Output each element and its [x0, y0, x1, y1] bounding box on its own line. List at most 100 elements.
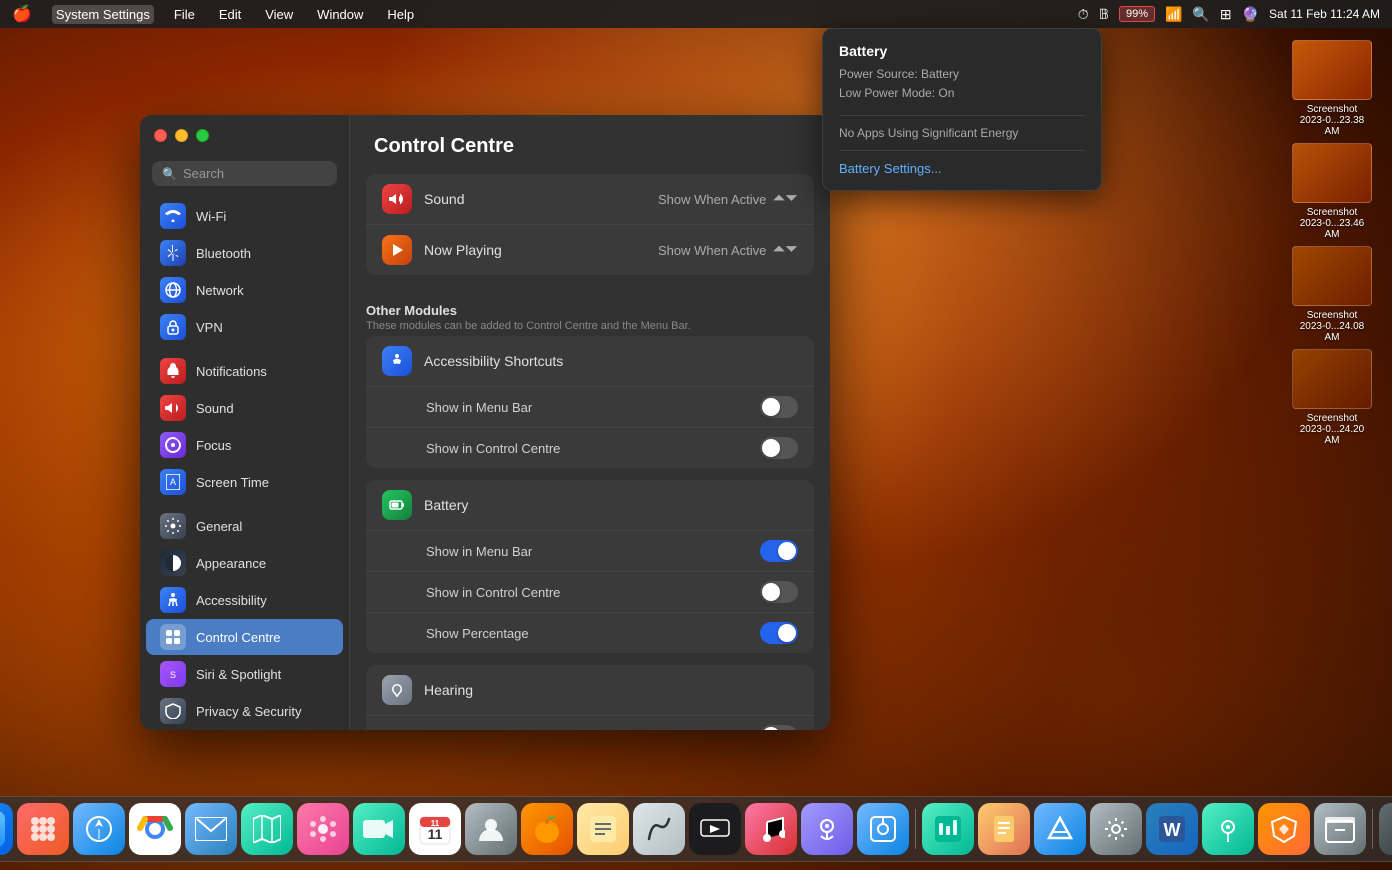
sidebar-item-appearance[interactable]: Appearance	[146, 545, 343, 581]
sound-module-row: Sound Show When Active ⏶⏷	[366, 174, 814, 225]
sidebar-item-bluetooth[interactable]: Bluetooth	[146, 235, 343, 271]
dock-icon-facetime[interactable]	[353, 803, 405, 855]
search-menu-icon[interactable]: 🔍	[1192, 6, 1209, 23]
menu-window[interactable]: Window	[313, 5, 367, 24]
dock-icon-findmy[interactable]	[1202, 803, 1254, 855]
dock-icon-settings[interactable]	[1090, 803, 1142, 855]
desktop-icon-0[interactable]: Screenshot 2023-0...23.38 AM	[1292, 40, 1372, 137]
battery-popup-divider	[839, 115, 1085, 116]
battery-header-row: Battery	[366, 480, 814, 531]
battery-popup-apps: No Apps Using Significant Energy	[839, 126, 1085, 140]
menu-view[interactable]: View	[261, 5, 297, 24]
other-modules-desc: These modules can be added to Control Ce…	[366, 320, 814, 332]
dock-icon-podcasts[interactable]	[801, 803, 853, 855]
dock-icon-archive[interactable]	[1314, 803, 1366, 855]
dock-icon-safari[interactable]	[73, 803, 125, 855]
svg-text:11: 11	[428, 826, 443, 842]
sidebar-item-accessibility[interactable]: Accessibility	[146, 582, 343, 618]
battery-control-centre-row: Show in Control Centre	[366, 572, 814, 613]
siri-menu-icon[interactable]: 🔮	[1242, 6, 1259, 23]
dock-icon-mail[interactable]	[185, 803, 237, 855]
sound-stepper[interactable]: ⏶⏷	[772, 190, 798, 208]
minimize-button[interactable]	[175, 129, 188, 142]
dock-icon-appstore[interactable]	[1034, 803, 1086, 855]
accessibility-menu-bar-label: Show in Menu Bar	[426, 400, 760, 415]
sidebar-item-sound[interactable]: Sound	[146, 390, 343, 426]
battery-settings-link[interactable]: Battery Settings...	[839, 161, 1085, 176]
maximize-button[interactable]	[196, 129, 209, 142]
menu-edit[interactable]: Edit	[215, 5, 245, 24]
screenshot-label-0: Screenshot 2023-0...23.38 AM	[1292, 104, 1372, 137]
battery-control-centre-toggle[interactable]	[760, 581, 798, 603]
dock-icon-freeform[interactable]	[633, 803, 685, 855]
sidebar-item-siri[interactable]: S Siri & Spotlight	[146, 656, 343, 692]
sidebar-item-privacy[interactable]: Privacy & Security	[146, 693, 343, 729]
sidebar-item-control[interactable]: Control Centre	[146, 619, 343, 655]
dock-icon-appletv[interactable]	[689, 803, 741, 855]
bluetooth-menu-icon[interactable]: 𝔹	[1099, 6, 1109, 23]
sidebar-item-network[interactable]: Network	[146, 272, 343, 308]
control-centre-menu-icon[interactable]: ⊞	[1220, 6, 1232, 23]
wifi-menu-icon[interactable]: 📶	[1165, 6, 1182, 23]
nowplaying-module-icon	[382, 235, 412, 265]
always-on-modules-card: Sound Show When Active ⏶⏷ Now Playing Sh…	[366, 174, 814, 275]
sidebar-item-vpn[interactable]: VPN	[146, 309, 343, 345]
dock-icon-music[interactable]	[745, 803, 797, 855]
dock-icon-trash[interactable]	[1379, 803, 1392, 855]
hearing-menu-bar-toggle[interactable]	[760, 725, 798, 730]
sidebar-item-focus[interactable]: Focus	[146, 427, 343, 463]
dock-icon-internetaccounts[interactable]	[857, 803, 909, 855]
dock-icon-calendar[interactable]: 1111	[409, 803, 461, 855]
accessibility-menu-bar-row: Show in Menu Bar	[366, 387, 814, 428]
dock-icon-contacts[interactable]	[465, 803, 517, 855]
search-box[interactable]: 🔍 Search	[152, 161, 337, 186]
battery-percentage[interactable]: 99%	[1119, 6, 1155, 22]
accessibility-control-centre-row: Show in Control Centre	[366, 428, 814, 468]
focus-label: Focus	[196, 438, 231, 453]
menu-help[interactable]: Help	[383, 5, 418, 24]
desktop-icon-3[interactable]: Screenshot 2023-0...24.20 AM	[1292, 349, 1372, 446]
nowplaying-module-name: Now Playing	[424, 242, 646, 258]
sidebar-item-notifications[interactable]: Notifications	[146, 353, 343, 389]
sidebar-item-wifi[interactable]: Wi-Fi	[146, 198, 343, 234]
dock-icon-chrome[interactable]	[129, 803, 181, 855]
menu-system-settings[interactable]: System Settings	[52, 5, 154, 24]
sidebar-item-screentime[interactable]: A Screen Time	[146, 464, 343, 500]
close-button[interactable]	[154, 129, 167, 142]
accessibility-control-centre-label: Show in Control Centre	[426, 441, 760, 456]
screenshot-thumb-2	[1292, 246, 1372, 306]
dock-icon-brave[interactable]	[1258, 803, 1310, 855]
battery-menu-bar-toggle[interactable]	[760, 540, 798, 562]
menubar: 🍎 System Settings File Edit View Window …	[0, 0, 1392, 28]
accessibility-control-centre-toggle[interactable]	[760, 437, 798, 459]
network-icon	[160, 277, 186, 303]
apple-menu[interactable]: 🍎	[12, 4, 32, 24]
desktop-icon-2[interactable]: Screenshot 2023-0...24.08 AM	[1292, 246, 1372, 343]
dock-icon-notes[interactable]	[577, 803, 629, 855]
dock-icon-mango[interactable]	[521, 803, 573, 855]
battery-percentage-toggle[interactable]	[760, 622, 798, 644]
accessibility-label: Accessibility	[196, 593, 267, 608]
dock-separator	[915, 809, 916, 849]
general-label: General	[196, 519, 242, 534]
vpn-label: VPN	[196, 320, 223, 335]
screentime-icon: A	[160, 469, 186, 495]
dock-icon-photos[interactable]	[297, 803, 349, 855]
desktop-icon-1[interactable]: Screenshot 2023-0...23.46 AM	[1292, 143, 1372, 240]
accessibility-shortcuts-card: Accessibility Shortcuts Show in Menu Bar…	[366, 336, 814, 468]
battery-control-centre-label: Show in Control Centre	[426, 585, 760, 600]
accessibility-shortcuts-icon	[382, 346, 412, 376]
dock-icon-word[interactable]: W	[1146, 803, 1198, 855]
accessibility-menu-bar-toggle[interactable]	[760, 396, 798, 418]
sidebar-item-general[interactable]: General	[146, 508, 343, 544]
menu-file[interactable]: File	[170, 5, 199, 24]
dock-icon-finder[interactable]: 😊	[0, 803, 13, 855]
hearing-menu-bar-label: Show in Menu Bar	[426, 729, 760, 731]
dock-icon-maps[interactable]	[241, 803, 293, 855]
dock-icon-launchpad[interactable]	[17, 803, 69, 855]
nowplaying-stepper[interactable]: ⏶⏷	[772, 241, 798, 259]
dock-icon-numbers[interactable]	[922, 803, 974, 855]
dock-icon-pages[interactable]	[978, 803, 1030, 855]
battery-percentage-label: Show Percentage	[426, 626, 760, 641]
notifications-label: Notifications	[196, 364, 267, 379]
